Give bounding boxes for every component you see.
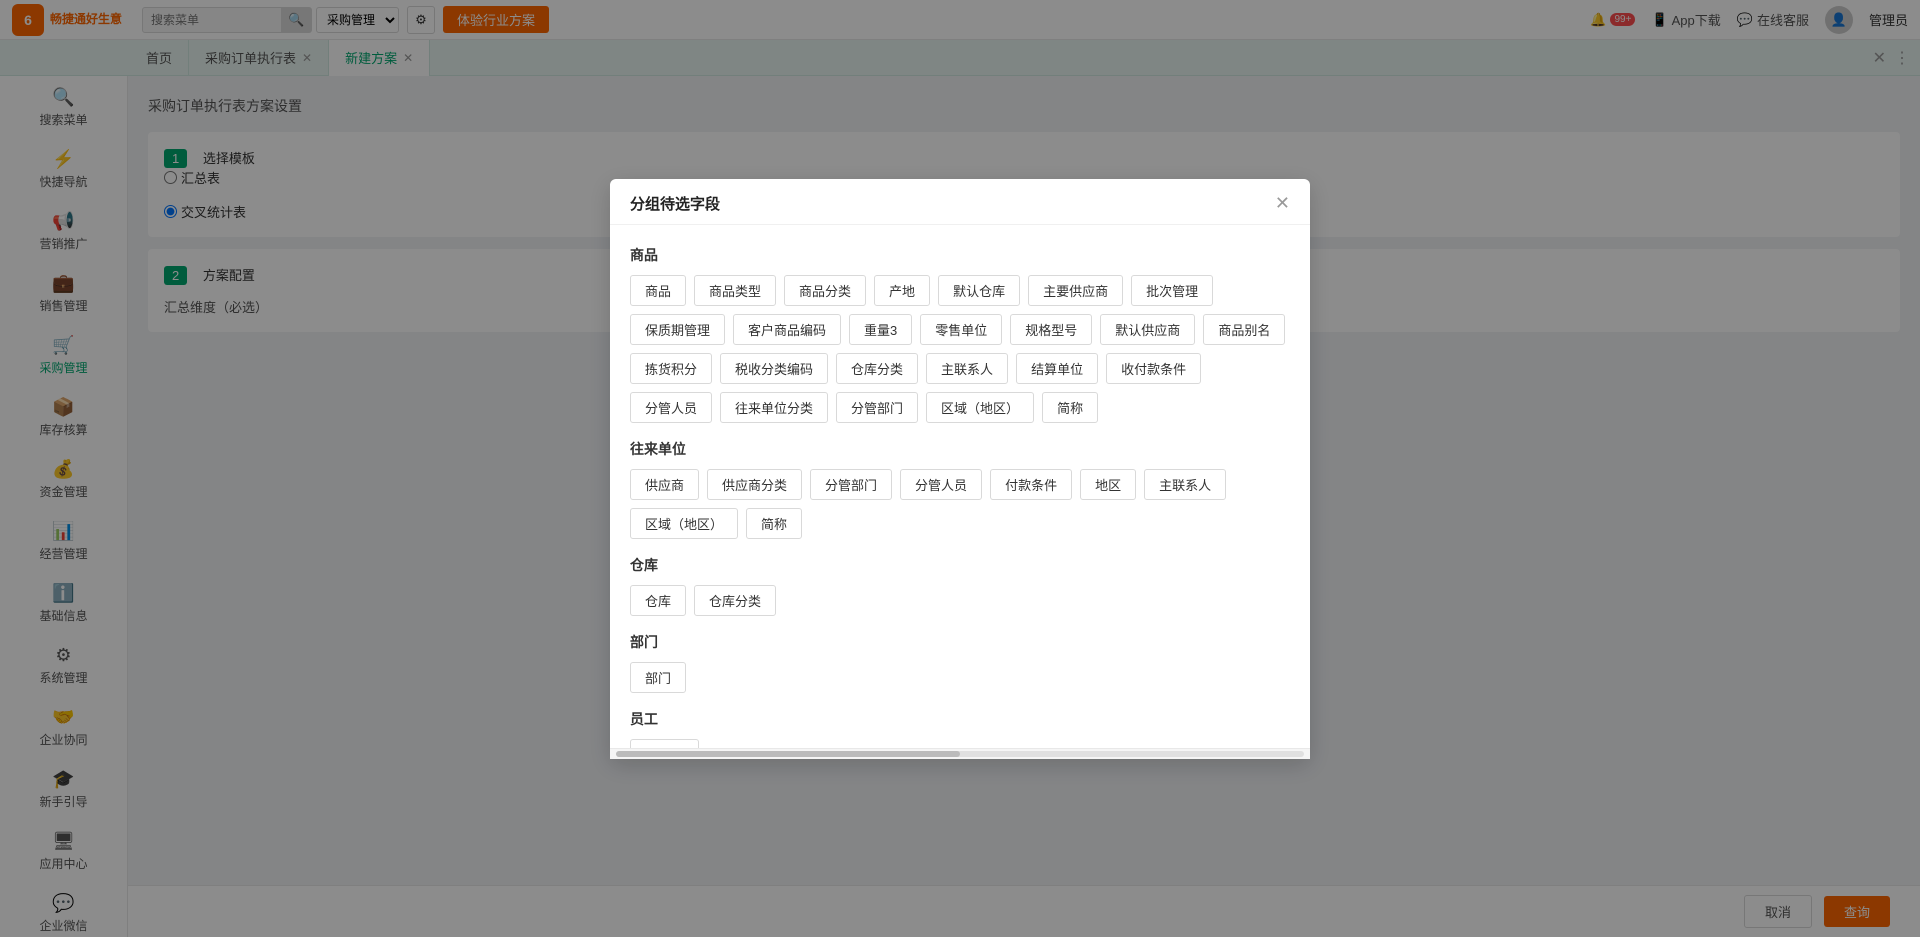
section-title-dept: 部门 — [630, 632, 1290, 652]
field-tag[interactable]: 区域（地区） — [630, 508, 738, 539]
field-tag[interactable]: 简称 — [1042, 392, 1098, 423]
field-tag[interactable]: 重量3 — [849, 314, 912, 345]
field-tag[interactable]: 收付款条件 — [1106, 353, 1201, 384]
field-tag[interactable]: 商品别名 — [1203, 314, 1285, 345]
field-tag[interactable]: 仓库分类 — [694, 585, 776, 616]
field-tag[interactable]: 主联系人 — [1144, 469, 1226, 500]
field-tag[interactable]: 分管人员 — [900, 469, 982, 500]
field-tag[interactable]: 部门 — [630, 662, 686, 693]
field-group-warehouse: 仓库 仓库分类 — [630, 585, 1290, 616]
dialog-header: 分组待选字段 ✕ — [610, 179, 1310, 225]
field-tag[interactable]: 默认供应商 — [1100, 314, 1195, 345]
dialog-hscroll[interactable] — [610, 748, 1310, 759]
field-tag[interactable]: 供应商分类 — [707, 469, 802, 500]
field-tag[interactable]: 供应商 — [630, 469, 699, 500]
field-tag[interactable]: 仓库 — [630, 585, 686, 616]
section-title-goods: 商品 — [630, 245, 1290, 265]
field-tag[interactable]: 默认仓库 — [938, 275, 1020, 306]
field-tag[interactable]: 保质期管理 — [630, 314, 725, 345]
modal-overlay: 分组待选字段 ✕ 商品 商品 商品类型 商品分类 产地 默认仓库 主要供应商 批… — [0, 0, 1920, 937]
field-tag[interactable]: 规格型号 — [1010, 314, 1092, 345]
field-tag[interactable]: 主联系人 — [926, 353, 1008, 384]
field-tag[interactable]: 商品类型 — [694, 275, 776, 306]
field-tag[interactable]: 批次管理 — [1131, 275, 1213, 306]
field-group-partner: 供应商 供应商分类 分管部门 分管人员 付款条件 地区 主联系人 区域（地区） … — [630, 469, 1290, 539]
field-group-dept: 部门 — [630, 662, 1290, 693]
field-tag[interactable]: 商品 — [630, 275, 686, 306]
field-tag[interactable]: 业务员 — [630, 739, 699, 748]
field-tag[interactable]: 产地 — [874, 275, 930, 306]
field-tag[interactable]: 零售单位 — [920, 314, 1002, 345]
field-tag[interactable]: 简称 — [746, 508, 802, 539]
field-tag[interactable]: 分管部门 — [810, 469, 892, 500]
section-title-warehouse: 仓库 — [630, 555, 1290, 575]
field-tag[interactable]: 付款条件 — [990, 469, 1072, 500]
field-tag[interactable]: 仓库分类 — [836, 353, 918, 384]
field-tag[interactable]: 地区 — [1080, 469, 1136, 500]
dialog-title: 分组待选字段 — [630, 193, 720, 214]
field-tag[interactable]: 主要供应商 — [1028, 275, 1123, 306]
field-group-employee: 业务员 — [630, 739, 1290, 748]
field-tag[interactable]: 区域（地区） — [926, 392, 1034, 423]
dialog-body: 商品 商品 商品类型 商品分类 产地 默认仓库 主要供应商 批次管理 保质期管理… — [610, 225, 1310, 748]
field-tag[interactable]: 拣货积分 — [630, 353, 712, 384]
field-tag[interactable]: 结算单位 — [1016, 353, 1098, 384]
field-tag[interactable]: 分管部门 — [836, 392, 918, 423]
field-selection-dialog: 分组待选字段 ✕ 商品 商品 商品类型 商品分类 产地 默认仓库 主要供应商 批… — [610, 179, 1310, 759]
dialog-close-button[interactable]: ✕ — [1275, 193, 1290, 214]
section-title-employee: 员工 — [630, 709, 1290, 729]
field-tag[interactable]: 客户商品编码 — [733, 314, 841, 345]
field-tag[interactable]: 往来单位分类 — [720, 392, 828, 423]
field-tag[interactable]: 分管人员 — [630, 392, 712, 423]
field-tag[interactable]: 税收分类编码 — [720, 353, 828, 384]
field-tag[interactable]: 商品分类 — [784, 275, 866, 306]
section-title-partner: 往来单位 — [630, 439, 1290, 459]
field-group-goods: 商品 商品类型 商品分类 产地 默认仓库 主要供应商 批次管理 保质期管理 客户… — [630, 275, 1290, 423]
